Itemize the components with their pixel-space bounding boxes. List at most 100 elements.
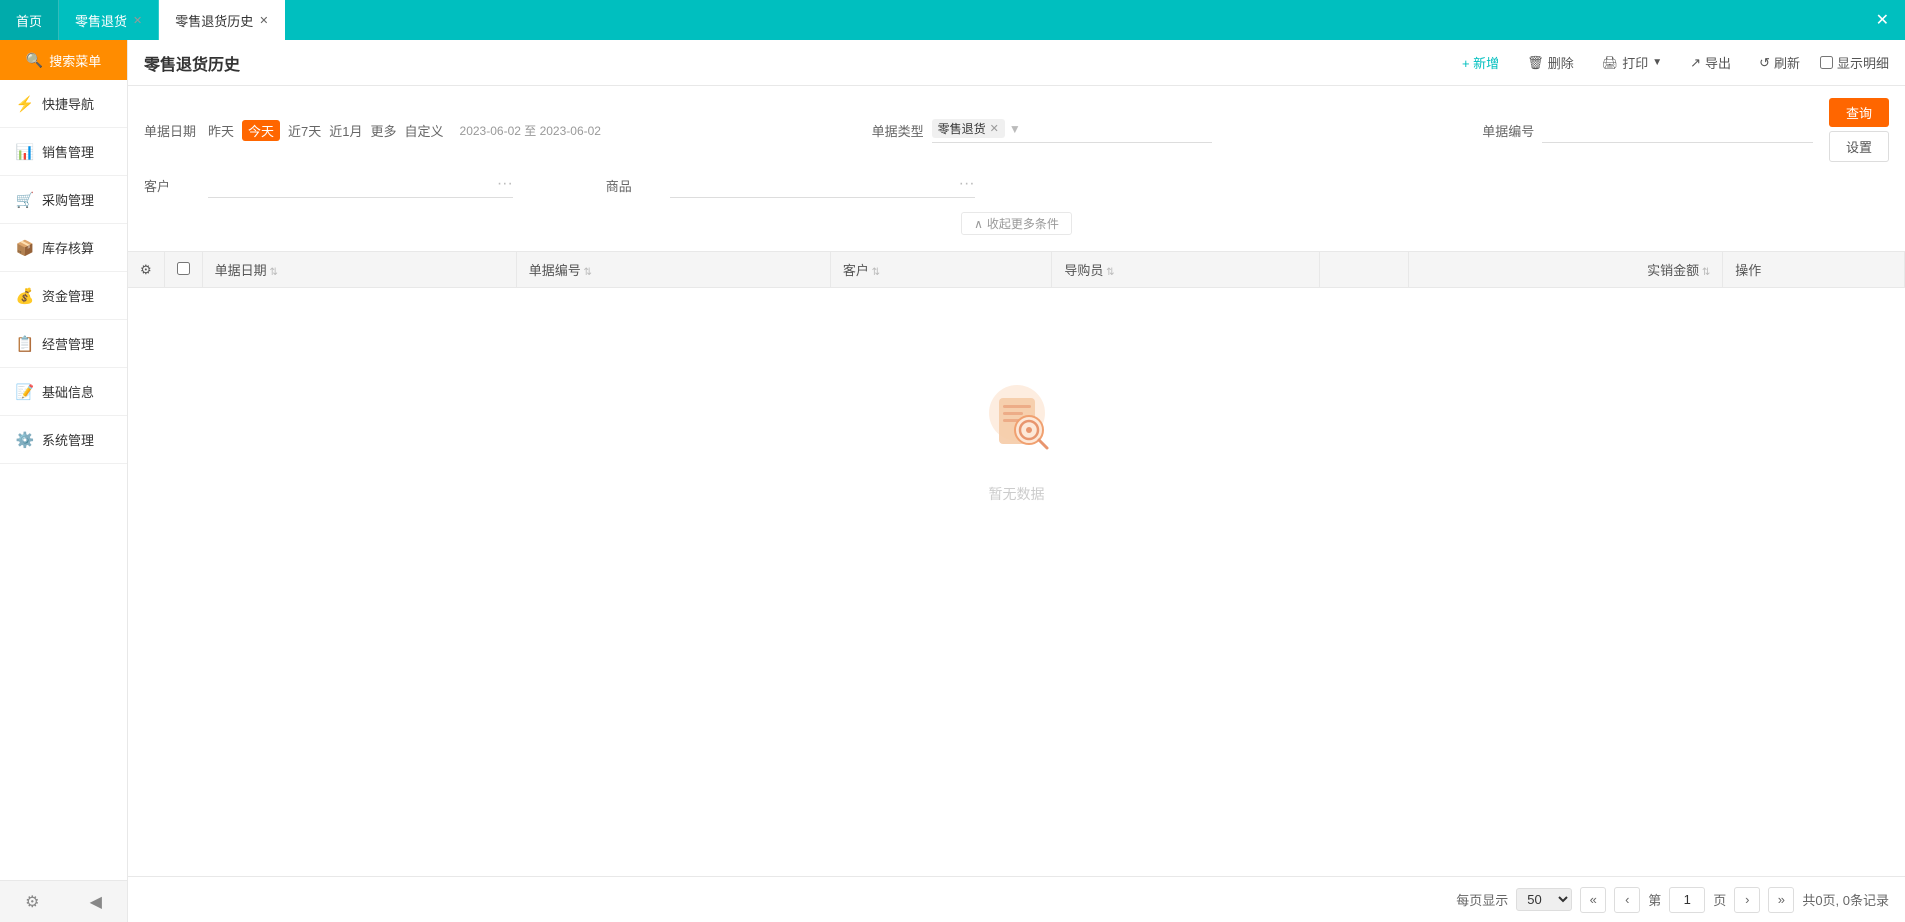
show-detail-label: 显示明细 bbox=[1837, 53, 1889, 72]
th-customer[interactable]: 客户 bbox=[830, 252, 1051, 288]
tab-retail-return-history-label: 零售退货历史 bbox=[175, 11, 253, 30]
sidebar-collapse-btn[interactable]: ◀ bbox=[84, 886, 108, 918]
sidebar-settings-btn[interactable]: ⚙ bbox=[19, 886, 45, 918]
prev-page-btn[interactable]: ‹ bbox=[1614, 887, 1640, 913]
tab-home-label: 首页 bbox=[16, 11, 42, 30]
date-range-display: 2023-06-02 至 2023-06-02 bbox=[460, 122, 601, 139]
refresh-icon: ↺ bbox=[1759, 55, 1770, 71]
sales-icon: 📊 bbox=[16, 143, 34, 161]
date-filter-label: 单据日期 bbox=[144, 121, 208, 140]
tab-retail-return-close[interactable]: ✕ bbox=[133, 14, 142, 27]
empty-icon bbox=[967, 368, 1067, 468]
type-dropdown-arrow[interactable]: ▼ bbox=[1009, 122, 1021, 136]
collapse-bar: ∧ 收起更多条件 bbox=[144, 208, 1889, 239]
customer-filter-wrapper: ··· bbox=[208, 172, 513, 198]
sidebar-item-finance[interactable]: 💰 资金管理 bbox=[0, 272, 127, 320]
goods-filter-label: 商品 bbox=[606, 176, 670, 195]
last-page-btn[interactable]: » bbox=[1768, 887, 1794, 913]
type-filter-wrapper: 零售退货 ✕ ▼ bbox=[932, 117, 1212, 143]
goods-filter-dots[interactable]: ··· bbox=[959, 175, 975, 193]
print-btn[interactable]: 🖨 打印 ▼ bbox=[1594, 49, 1670, 76]
date-opt-7days[interactable]: 近7天 bbox=[288, 121, 321, 140]
quick-nav-icon: ⚡ bbox=[16, 95, 34, 113]
customer-filter-dots[interactable]: ··· bbox=[497, 175, 513, 193]
sidebar-item-sales[interactable]: 📊 销售管理 bbox=[0, 128, 127, 176]
customer-input[interactable] bbox=[208, 176, 497, 191]
filter-row-1: 单据日期 昨天 今天 近7天 近1月 更多 自定义 2023-06-02 至 2… bbox=[144, 98, 1889, 162]
pagination-bar: 每页显示 50 100 200 « ‹ 第 1 页 › » 共0页, 0条记录 bbox=[128, 876, 1905, 922]
date-opt-custom[interactable]: 自定义 bbox=[405, 121, 444, 140]
goods-input[interactable] bbox=[670, 176, 959, 191]
table-container: ⚙ 单据日期 单据编号 客户 导购员 实销金额 操作 bbox=[128, 252, 1905, 876]
system-icon: ⚙️ bbox=[16, 431, 34, 449]
type-tag-remove[interactable]: ✕ bbox=[990, 122, 999, 135]
type-tag-label: 零售退货 bbox=[938, 120, 986, 137]
th-gear[interactable]: ⚙ bbox=[128, 252, 164, 288]
date-opt-more[interactable]: 更多 bbox=[371, 121, 397, 140]
tab-retail-return-history[interactable]: 零售退货历史 ✕ bbox=[159, 0, 285, 40]
select-all-checkbox[interactable] bbox=[177, 262, 190, 275]
collapse-btn[interactable]: ∧ 收起更多条件 bbox=[961, 212, 1072, 235]
export-btn[interactable]: ↗ 导出 bbox=[1682, 49, 1739, 76]
page-number-input[interactable]: 1 bbox=[1669, 887, 1705, 913]
show-detail-checkbox[interactable] bbox=[1820, 56, 1833, 69]
sidebar-item-purchase[interactable]: 🛒 采购管理 bbox=[0, 176, 127, 224]
date-opt-1month[interactable]: 近1月 bbox=[329, 121, 362, 140]
sidebar-item-quick-nav-label: 快捷导航 bbox=[42, 94, 94, 113]
sidebar-item-inventory[interactable]: 📦 库存核算 bbox=[0, 224, 127, 272]
inventory-icon: 📦 bbox=[16, 239, 34, 257]
show-detail-checkbox-wrapper[interactable]: 显示明细 bbox=[1820, 53, 1889, 72]
filter-area: 单据日期 昨天 今天 近7天 近1月 更多 自定义 2023-06-02 至 2… bbox=[128, 86, 1905, 252]
query-btn[interactable]: 查询 bbox=[1829, 98, 1889, 127]
collapse-icon: ∧ bbox=[974, 217, 983, 231]
refresh-btn-label: 刷新 bbox=[1774, 53, 1800, 72]
sidebar-item-system[interactable]: ⚙️ 系统管理 bbox=[0, 416, 127, 464]
th-guide[interactable]: 导购员 bbox=[1052, 252, 1320, 288]
th-amount[interactable]: 实销金额 bbox=[1409, 252, 1723, 288]
page-size-select[interactable]: 50 100 200 bbox=[1516, 888, 1572, 911]
tab-retail-return-history-close[interactable]: ✕ bbox=[259, 14, 268, 27]
sidebar-item-finance-label: 资金管理 bbox=[42, 286, 94, 305]
gear-icon[interactable]: ⚙ bbox=[140, 262, 152, 277]
data-table: ⚙ 单据日期 单据编号 客户 导购员 实销金额 操作 bbox=[128, 252, 1905, 288]
first-page-btn[interactable]: « bbox=[1580, 887, 1606, 913]
delete-btn[interactable]: 🗑 删除 bbox=[1519, 49, 1582, 76]
sidebar-item-operation[interactable]: 📋 经营管理 bbox=[0, 320, 127, 368]
voucher-filter-wrapper bbox=[1542, 117, 1813, 143]
sidebar-item-purchase-label: 采购管理 bbox=[42, 190, 94, 209]
settings-btn[interactable]: 设置 bbox=[1829, 131, 1889, 162]
filter-row-2: 客户 ··· 商品 ··· bbox=[144, 172, 1889, 198]
delete-btn-label: 删除 bbox=[1548, 53, 1574, 72]
search-icon: 🔍 bbox=[26, 52, 43, 69]
operation-icon: 📋 bbox=[16, 335, 34, 353]
basic-info-icon: 📝 bbox=[16, 383, 34, 401]
new-btn[interactable]: + 新增 bbox=[1454, 49, 1507, 76]
window-close-btn[interactable]: ✕ bbox=[1876, 10, 1905, 30]
tab-home[interactable]: 首页 bbox=[0, 0, 59, 40]
date-opt-yesterday[interactable]: 昨天 bbox=[208, 121, 234, 140]
tab-retail-return[interactable]: 零售退货 ✕ bbox=[59, 0, 159, 40]
th-spacer bbox=[1320, 252, 1409, 288]
type-filter-tag: 零售退货 ✕ bbox=[932, 119, 1005, 138]
sidebar-item-operation-label: 经营管理 bbox=[42, 334, 94, 353]
refresh-btn[interactable]: ↺ 刷新 bbox=[1751, 49, 1808, 76]
th-voucher-no[interactable]: 单据编号 bbox=[516, 252, 830, 288]
page-title-bar: 零售退货历史 + 新增 🗑 删除 🖨 打印 ▼ ↗ 导出 bbox=[128, 40, 1905, 86]
tab-list: 首页 零售退货 ✕ 零售退货历史 ✕ bbox=[0, 0, 1876, 40]
table-header-row: ⚙ 单据日期 单据编号 客户 导购员 实销金额 操作 bbox=[128, 252, 1905, 288]
th-check[interactable] bbox=[164, 252, 202, 288]
date-opt-today[interactable]: 今天 bbox=[242, 120, 280, 141]
sidebar-item-quick-nav[interactable]: ⚡ 快捷导航 bbox=[0, 80, 127, 128]
page-size-label: 每页显示 bbox=[1456, 890, 1508, 909]
sidebar-search[interactable]: 🔍 搜索菜单 bbox=[0, 40, 127, 80]
customer-filter-label: 客户 bbox=[144, 176, 208, 195]
sidebar-bottom: ⚙ ◀ bbox=[0, 880, 127, 922]
next-page-btn[interactable]: › bbox=[1734, 887, 1760, 913]
sidebar-item-basic-info[interactable]: 📝 基础信息 bbox=[0, 368, 127, 416]
th-action: 操作 bbox=[1723, 252, 1905, 288]
th-date[interactable]: 单据日期 bbox=[202, 252, 516, 288]
voucher-input[interactable] bbox=[1542, 121, 1813, 136]
type-filter-label: 单据类型 bbox=[872, 121, 924, 140]
new-btn-label: + 新增 bbox=[1462, 53, 1499, 72]
purchase-icon: 🛒 bbox=[16, 191, 34, 209]
